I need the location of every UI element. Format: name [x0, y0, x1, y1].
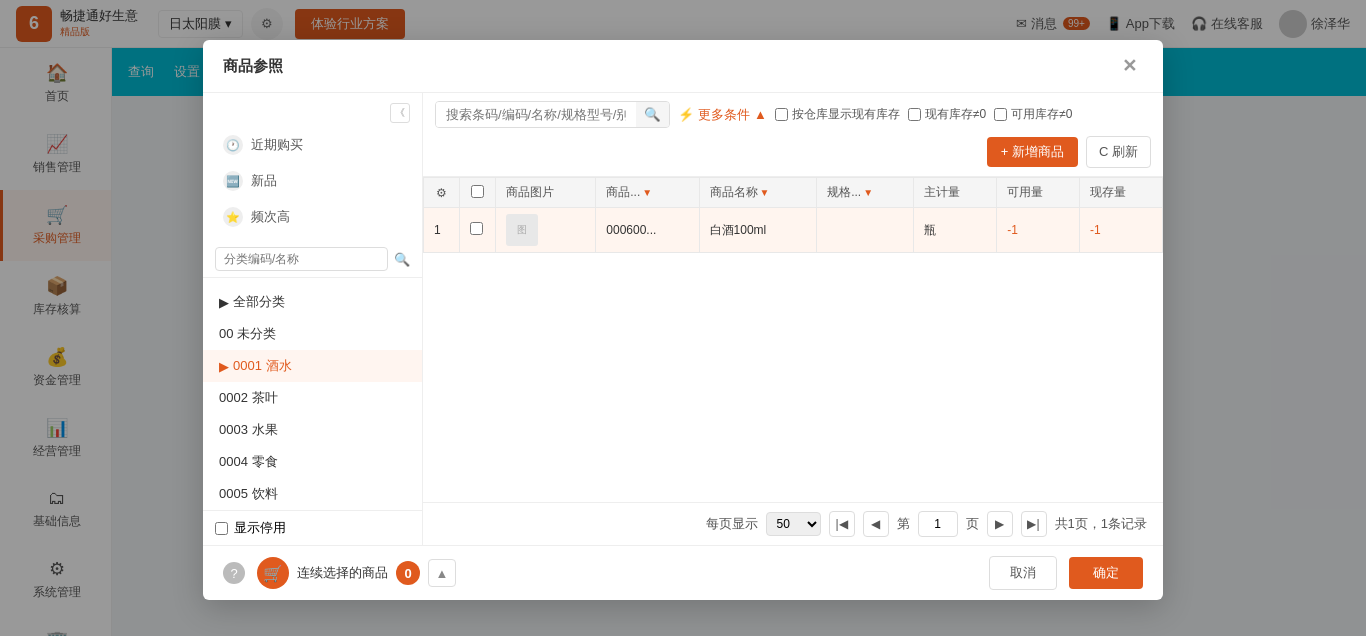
usable-stock-checkbox[interactable]: [994, 108, 1007, 121]
category-search-icon[interactable]: 🔍: [394, 252, 410, 267]
last-page-btn[interactable]: ▶|: [1021, 511, 1047, 537]
collapse-btn[interactable]: 《: [390, 103, 410, 123]
dialog-header: 商品参照 ✕: [203, 40, 1163, 93]
filter-btn[interactable]: ⚡ 更多条件 ▲: [678, 106, 767, 124]
category-search-input[interactable]: [215, 247, 388, 271]
confirm-btn[interactable]: 确定: [1069, 557, 1143, 589]
frequent-icon: ⭐: [223, 207, 243, 227]
dialog-close-btn[interactable]: ✕: [1115, 52, 1143, 80]
select-all-checkbox[interactable]: [471, 185, 484, 198]
product-dialog: 商品参照 ✕ 《 🕐 近期购买 🆕 新品: [203, 40, 1163, 600]
new-icon: 🆕: [223, 171, 243, 191]
show-disabled-checkbox[interactable]: [215, 522, 228, 535]
cart-area: 🛒 连续选择的商品 0 ▲: [257, 557, 977, 589]
row-spec: [817, 208, 914, 253]
category-list: ▶ 全部分类 00 未分类 ▶ 0001 酒水 0002 茶叶 0003 水果: [203, 278, 422, 510]
recent-icon: 🕐: [223, 135, 243, 155]
product-table: ⚙ 商品图片 商品...▼ 商品名称▼ 规格...▼ 主计量 可用量 现存量: [423, 177, 1163, 253]
row-check[interactable]: [460, 208, 496, 253]
usable-stock-label[interactable]: 可用库存≠0: [994, 106, 1072, 123]
table-row[interactable]: 1 图 000600... 白酒100ml 瓶 -1 -1: [424, 208, 1163, 253]
dialog-title: 商品参照: [223, 57, 283, 76]
cat-0003[interactable]: 0003 水果: [203, 414, 422, 446]
product-search-btn[interactable]: 🔍: [636, 102, 669, 127]
page-label: 第: [897, 515, 910, 533]
row-unit: 瓶: [914, 208, 997, 253]
cart-count: 0: [396, 561, 420, 585]
row-stock: -1: [1080, 208, 1163, 253]
product-table-wrap: ⚙ 商品图片 商品...▼ 商品名称▼ 规格...▼ 主计量 可用量 现存量: [423, 177, 1163, 502]
cart-icon: 🛒: [257, 557, 289, 589]
first-page-btn[interactable]: |◀: [829, 511, 855, 537]
cat-0005[interactable]: 0005 饮料: [203, 478, 422, 510]
page-input[interactable]: [918, 511, 958, 537]
cat-0004[interactable]: 0004 零食: [203, 446, 422, 478]
row-name: 白酒100ml: [699, 208, 817, 253]
warehouse-stock-label[interactable]: 按仓库显示现有库存: [775, 106, 900, 123]
quick-recent[interactable]: 🕐 近期购买: [215, 129, 410, 161]
available-stock-label[interactable]: 现有库存≠0: [908, 106, 986, 123]
cat-arrow: ▶: [219, 295, 229, 310]
modal-overlay: 商品参照 ✕ 《 🕐 近期购买 🆕 新品: [0, 0, 1366, 636]
row-num: 1: [424, 208, 460, 253]
col-stock: 现存量: [1080, 178, 1163, 208]
right-panel: 🔍 ⚡ 更多条件 ▲ 按仓库显示现有库存 现有库存≠0: [423, 93, 1163, 545]
product-search-input[interactable]: [436, 102, 636, 127]
quick-access: 《 🕐 近期购买 🆕 新品 ⭐ 频次高: [203, 93, 422, 241]
table-header-row: ⚙ 商品图片 商品...▼ 商品名称▼ 规格...▼ 主计量 可用量 现存量: [424, 178, 1163, 208]
col-code[interactable]: 商品...▼: [596, 178, 699, 208]
toolbar: 🔍 ⚡ 更多条件 ▲ 按仓库显示现有库存 现有库存≠0: [423, 93, 1163, 177]
prev-page-btn[interactable]: ◀: [863, 511, 889, 537]
per-page-label: 每页显示: [706, 515, 758, 533]
warehouse-stock-checkbox[interactable]: [775, 108, 788, 121]
refresh-btn[interactable]: C 刷新: [1086, 136, 1151, 168]
page-label2: 页: [966, 515, 979, 533]
cat-all[interactable]: ▶ 全部分类: [203, 286, 422, 318]
col-available: 可用量: [997, 178, 1080, 208]
show-disabled-label: 显示停用: [234, 519, 286, 537]
col-image: 商品图片: [496, 178, 596, 208]
available-stock-checkbox[interactable]: [908, 108, 921, 121]
chevron-up-icon: ▲: [754, 107, 767, 122]
total-info: 共1页，1条记录: [1055, 515, 1147, 533]
cancel-btn[interactable]: 取消: [989, 556, 1057, 590]
add-product-btn[interactable]: + 新增商品: [987, 137, 1078, 167]
col-unit: 主计量: [914, 178, 997, 208]
per-page-select[interactable]: 50 10 20 100: [766, 512, 821, 536]
row-available: -1: [997, 208, 1080, 253]
quick-frequent[interactable]: ⭐ 频次高: [215, 201, 410, 233]
col-spec[interactable]: 规格...▼: [817, 178, 914, 208]
next-page-btn[interactable]: ▶: [987, 511, 1013, 537]
quick-new[interactable]: 🆕 新品: [215, 165, 410, 197]
cat-active-arrow: ▶: [219, 359, 229, 374]
row-code: 000600...: [596, 208, 699, 253]
cat-00[interactable]: 00 未分类: [203, 318, 422, 350]
cat-0002[interactable]: 0002 茶叶: [203, 382, 422, 414]
category-search-row: 🔍: [203, 241, 422, 278]
dialog-body: 《 🕐 近期购买 🆕 新品 ⭐ 频次高: [203, 93, 1163, 545]
pagination: 每页显示 50 10 20 100 |◀ ◀ 第 页 ▶ ▶| 共1页，1条记录: [423, 502, 1163, 545]
help-icon[interactable]: ?: [223, 562, 245, 584]
left-panel: 《 🕐 近期购买 🆕 新品 ⭐ 频次高: [203, 93, 423, 545]
row-image: 图: [496, 208, 596, 253]
dialog-footer: ? 🛒 连续选择的商品 0 ▲ 取消 确定: [203, 545, 1163, 600]
col-check: [460, 178, 496, 208]
cat-0001[interactable]: ▶ 0001 酒水: [203, 350, 422, 382]
col-settings[interactable]: ⚙: [424, 178, 460, 208]
collapse-up-btn[interactable]: ▲: [428, 559, 456, 587]
left-footer: 显示停用: [203, 510, 422, 545]
filter-icon: ⚡: [678, 107, 694, 122]
col-name[interactable]: 商品名称▼: [699, 178, 817, 208]
product-search-box: 🔍: [435, 101, 670, 128]
cart-label: 连续选择的商品: [297, 564, 388, 582]
